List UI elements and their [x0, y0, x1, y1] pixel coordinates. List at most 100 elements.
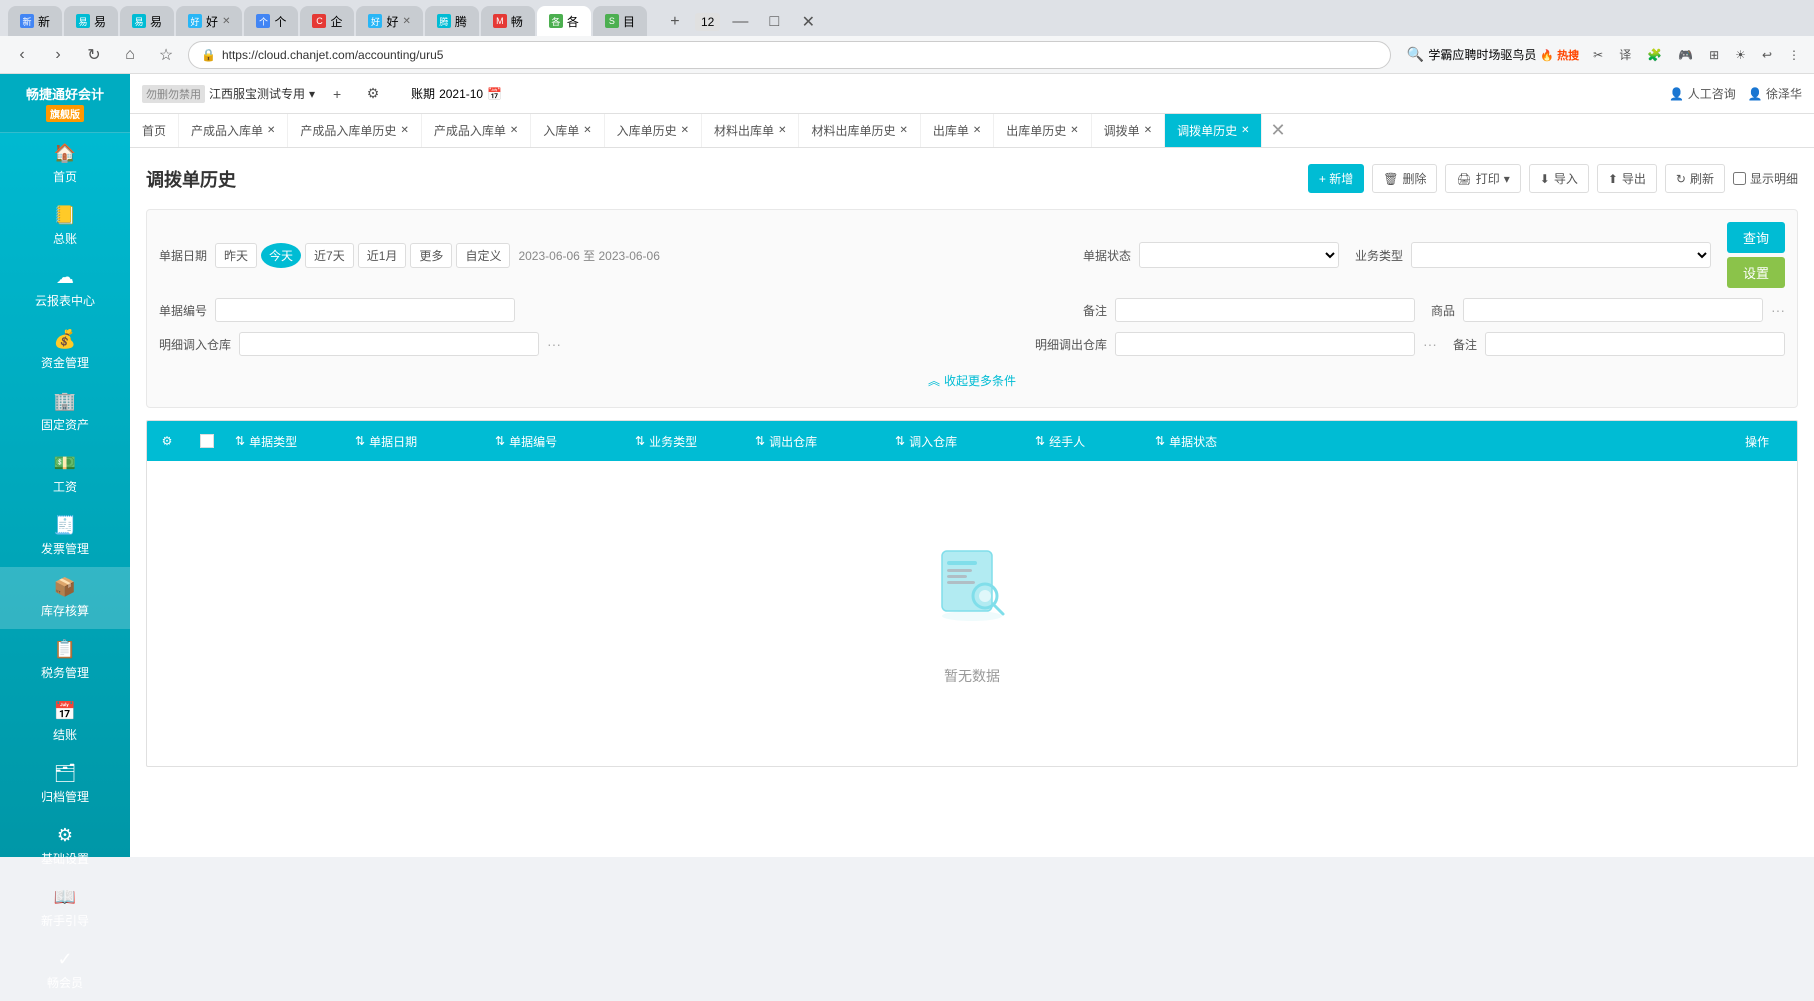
print-button[interactable]: 🖨 打印 ▾	[1445, 164, 1520, 193]
close-tab-icon[interactable]: ✕	[681, 125, 689, 136]
browser-tab-5[interactable]: 个 个	[244, 6, 298, 36]
page-tab-in-order[interactable]: 入库单 ✕	[531, 114, 604, 147]
browser-tab-4[interactable]: 好 好 ✕	[176, 6, 242, 36]
tool-translate[interactable]: 译	[1613, 43, 1637, 66]
show-all-checkbox[interactable]	[1733, 172, 1746, 185]
th-doc-type[interactable]: ⇅ 单据类型	[227, 433, 347, 450]
browser-tab-11[interactable]: S 目	[593, 6, 647, 36]
minimize-button[interactable]: —	[726, 8, 754, 36]
close-tab-icon[interactable]: ✕	[583, 125, 591, 136]
company-settings-button[interactable]: ⚙	[359, 80, 387, 108]
page-tab-out-history[interactable]: 出库单历史 ✕	[994, 114, 1091, 147]
th-settings[interactable]: ⚙	[147, 434, 187, 448]
company-selector[interactable]: 勿删勿禁用 江西服宝测试专用 ▾	[142, 85, 315, 103]
detail-in-input[interactable]	[239, 332, 539, 356]
import-button[interactable]: ⬇ 导入	[1529, 164, 1589, 193]
back-button[interactable]: ‹	[8, 41, 36, 69]
close-tab-icon[interactable]: ✕	[973, 125, 981, 136]
sidebar-item-wages[interactable]: 💵 工资	[0, 443, 130, 505]
status-select[interactable]	[1139, 242, 1339, 268]
browser-tab-8[interactable]: 腾 腾	[425, 6, 479, 36]
close-tab-icon[interactable]: ✕	[899, 125, 907, 136]
service-button[interactable]: 👤 人工咨询	[1669, 85, 1735, 102]
sidebar-item-archive[interactable]: 🗂 归档管理	[0, 753, 130, 815]
close-all-button[interactable]: ✕	[1262, 120, 1293, 141]
export-button[interactable]: ⬆ 导出	[1597, 164, 1657, 193]
sidebar-item-settings[interactable]: ⚙ 基础设置	[0, 815, 130, 877]
page-tab-mat-out[interactable]: 材料出库单 ✕	[702, 114, 799, 147]
sidebar-item-tax[interactable]: 📋 税务管理	[0, 629, 130, 691]
bookmark-button[interactable]: ☆	[152, 41, 180, 69]
th-doc-status[interactable]: ⇅ 单据状态	[1147, 433, 1717, 450]
close-tab-icon[interactable]: ✕	[222, 16, 230, 27]
sidebar-item-member[interactable]: ✓ 畅会员	[0, 939, 130, 1001]
page-tab-home[interactable]: 首页	[130, 114, 179, 147]
close-tab-icon[interactable]: ✕	[1241, 125, 1249, 136]
user-avatar[interactable]: 👤 徐泽华	[1748, 85, 1802, 102]
sidebar-item-home[interactable]: 🏠 首页	[0, 133, 130, 195]
sidebar-item-close[interactable]: 📅 结账	[0, 691, 130, 753]
page-tab-transfer[interactable]: 调拨单 ✕	[1092, 114, 1165, 147]
tool-undo[interactable]: ↩	[1756, 45, 1778, 65]
date-btn-custom[interactable]: 自定义	[456, 243, 510, 268]
close-tab-icon[interactable]: ✕	[778, 125, 786, 136]
tool-grid[interactable]: ⊞	[1703, 45, 1725, 65]
page-tab-product-in-history[interactable]: 产成品入库单历史 ✕	[288, 114, 421, 147]
delete-button[interactable]: 🗑 删除	[1372, 164, 1437, 193]
detail-out-more-icon[interactable]: ···	[1423, 336, 1437, 352]
browser-tab-9[interactable]: M 畅	[481, 6, 535, 36]
th-doc-date[interactable]: ⇅ 单据日期	[347, 433, 487, 450]
add-company-button[interactable]: +	[323, 80, 351, 108]
remark-input[interactable]	[1115, 298, 1415, 322]
close-window-button[interactable]: ✕	[794, 8, 822, 36]
remark2-input[interactable]	[1485, 332, 1785, 356]
th-doc-no[interactable]: ⇅ 单据编号	[487, 433, 627, 450]
home-button[interactable]: ⌂	[116, 41, 144, 69]
browser-tab-2[interactable]: 易 易	[64, 6, 118, 36]
th-out-warehouse[interactable]: ⇅ 调出仓库	[747, 433, 887, 450]
date-btn-more[interactable]: 更多	[410, 243, 452, 268]
page-tab-product-in[interactable]: 产成品入库单 ✕	[179, 114, 288, 147]
new-tab-button[interactable]: +	[661, 8, 689, 36]
date-btn-today[interactable]: 今天	[261, 243, 301, 268]
sidebar-item-guide[interactable]: 📖 新手引导	[0, 877, 130, 939]
goods-more-icon[interactable]: ···	[1771, 302, 1785, 318]
page-tab-in-history[interactable]: 入库单历史 ✕	[605, 114, 702, 147]
date-btn-yesterday[interactable]: 昨天	[215, 243, 257, 268]
th-checkbox[interactable]	[187, 434, 227, 448]
th-handler[interactable]: ⇅ 经手人	[1027, 433, 1147, 450]
collapse-button[interactable]: ︽ 收起更多条件	[159, 366, 1785, 395]
sidebar-item-reports[interactable]: ☁ 云报表中心	[0, 257, 130, 319]
browser-tab-1[interactable]: 新 新	[8, 6, 62, 36]
th-biz-type[interactable]: ⇅ 业务类型	[627, 433, 747, 450]
set-button[interactable]: 设置	[1727, 257, 1785, 288]
detail-out-input[interactable]	[1115, 332, 1415, 356]
tool-game[interactable]: 🎮	[1672, 45, 1699, 65]
goods-input[interactable]	[1463, 298, 1763, 322]
page-tab-product-in2[interactable]: 产成品入库单 ✕	[422, 114, 531, 147]
biz-type-select[interactable]	[1411, 242, 1711, 268]
select-all-checkbox[interactable]	[200, 434, 214, 448]
close-tab-icon[interactable]: ✕	[510, 125, 518, 136]
detail-in-more-icon[interactable]: ···	[547, 336, 561, 352]
url-bar[interactable]: 🔒 https://cloud.chanjet.com/accounting/u…	[188, 41, 1391, 69]
docno-input[interactable]	[215, 298, 515, 322]
tool-menu[interactable]: ⋮	[1782, 45, 1806, 65]
period-selector[interactable]: 账期 2021-10 📅	[411, 85, 502, 102]
query-button[interactable]: 查询	[1727, 222, 1785, 253]
page-tab-transfer-history[interactable]: 调拨单历史 ✕	[1165, 114, 1262, 147]
date-btn-7days[interactable]: 近7天	[305, 243, 354, 268]
tool-brightness[interactable]: ☀	[1729, 45, 1752, 65]
browser-tab-10[interactable]: 各 各	[537, 6, 591, 36]
sidebar-item-assets[interactable]: 🏢 固定资产	[0, 381, 130, 443]
sidebar-item-capital[interactable]: 💰 资金管理	[0, 319, 130, 381]
browser-tab-6[interactable]: C 企	[300, 6, 354, 36]
tool-cut[interactable]: ✂	[1587, 45, 1609, 65]
browser-tab-7[interactable]: 好 好 ✕	[356, 6, 422, 36]
close-tab-icon[interactable]: ✕	[1144, 125, 1152, 136]
sidebar-item-invoice[interactable]: 🧾 发票管理	[0, 505, 130, 567]
close-tab-icon[interactable]: ✕	[267, 125, 275, 136]
close-tab-icon[interactable]: ✕	[400, 125, 408, 136]
page-tab-mat-out-history[interactable]: 材料出库单历史 ✕	[799, 114, 920, 147]
close-tab-icon[interactable]: ✕	[1070, 125, 1078, 136]
